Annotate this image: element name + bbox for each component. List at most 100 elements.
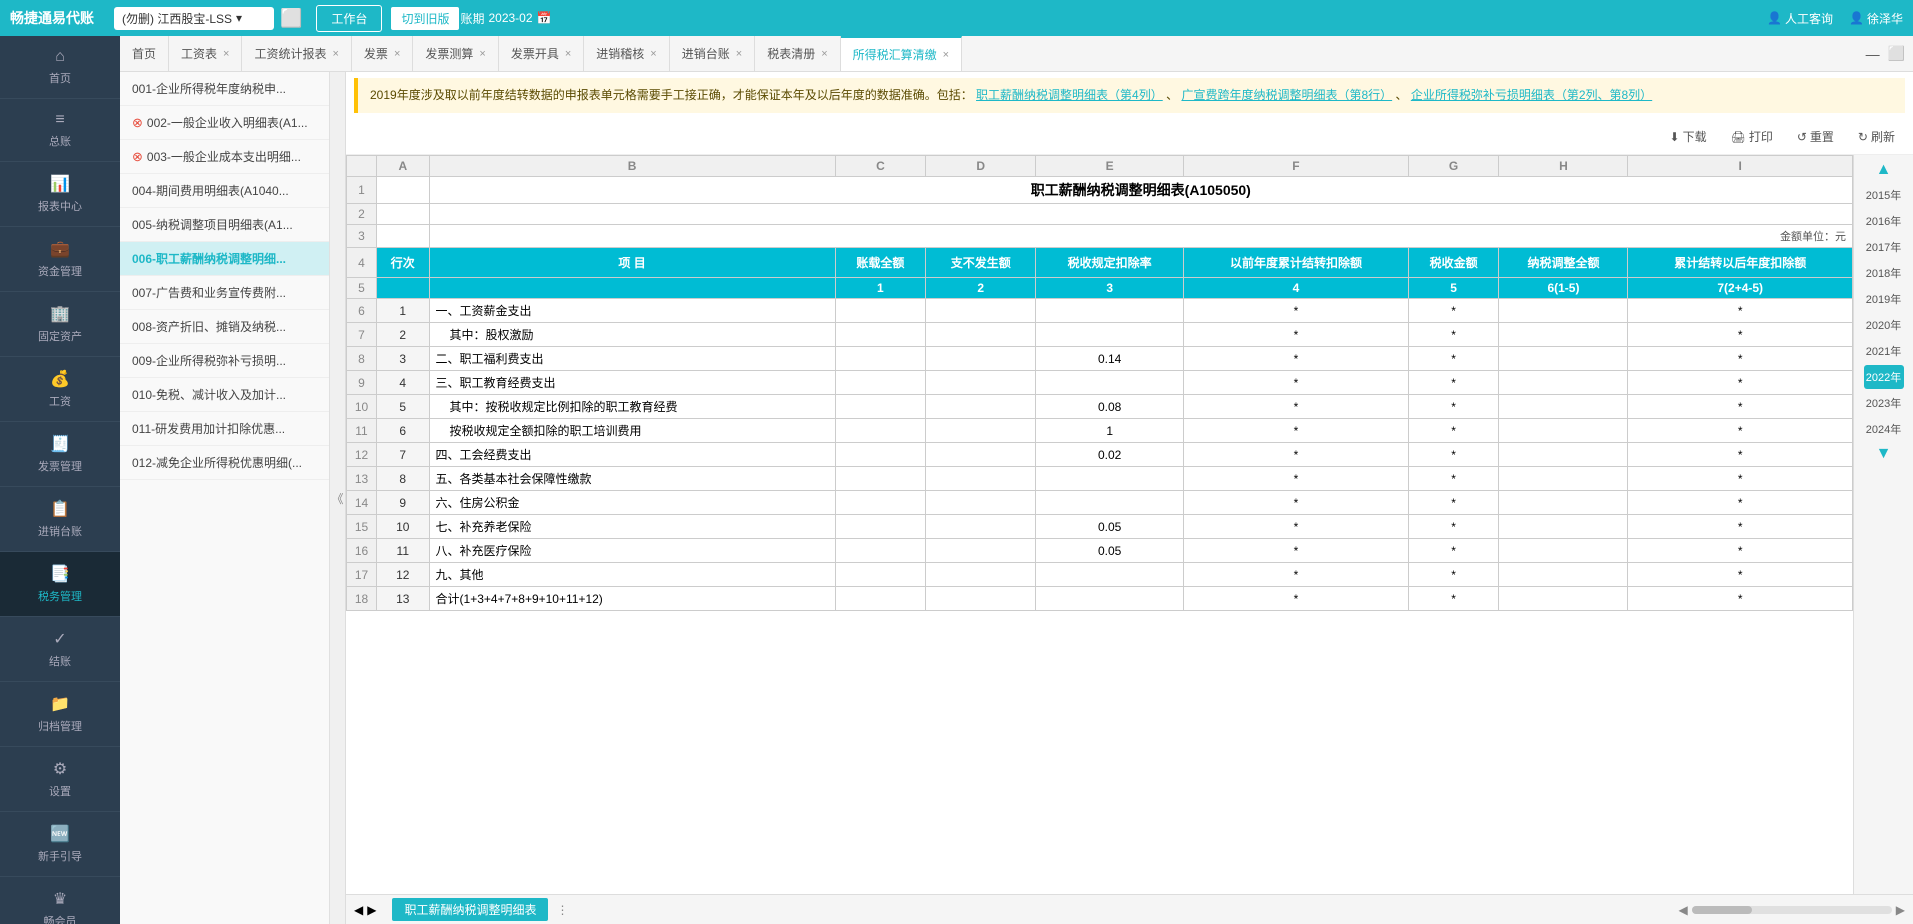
c13-1[interactable] [835, 467, 926, 491]
c9-6[interactable] [1499, 371, 1628, 395]
company-selector[interactable]: (勿删) 江西股宝-LSS ▾ [114, 7, 274, 30]
tab-invoice-calc[interactable]: 发票测算 × [413, 36, 498, 71]
sub-sidebar-item-009[interactable]: 009-企业所得税弥补亏损明... [120, 344, 329, 378]
year-2022[interactable]: 2022年 [1864, 365, 1904, 389]
c11-2[interactable] [926, 419, 1036, 443]
notice-link-3[interactable]: 企业所得税弥补亏损明细表（第2列、第8列） [1411, 88, 1652, 102]
tab-invoice[interactable]: 发票 × [352, 36, 413, 71]
year-2018[interactable]: 2018年 [1864, 261, 1904, 285]
c17-2[interactable] [926, 563, 1036, 587]
c13-3[interactable] [1036, 467, 1184, 491]
c9-1[interactable] [835, 371, 926, 395]
sub-sidebar-item-002[interactable]: ⊗ 002-一般企业收入明细表(A1... [120, 106, 329, 140]
company-copy-icon[interactable]: ⬜ [280, 8, 302, 29]
c11-3[interactable]: 1 [1036, 419, 1184, 443]
tab-maximize-icon[interactable]: ⬜ [1888, 45, 1905, 62]
c11-1[interactable] [835, 419, 926, 443]
year-nav-up[interactable]: ▲ [1874, 159, 1894, 181]
tab-income-tax[interactable]: 所得税汇算清缴 × [841, 36, 962, 71]
sidebar-item-inout[interactable]: 📋 进销台账 [0, 487, 120, 552]
tab-invoice-open-close[interactable]: × [565, 48, 571, 60]
period-calendar-icon[interactable]: 📅 [537, 11, 552, 25]
year-2017[interactable]: 2017年 [1864, 235, 1904, 259]
c18-6[interactable] [1499, 587, 1628, 611]
c9-2[interactable] [926, 371, 1036, 395]
c15-2[interactable] [926, 515, 1036, 539]
c15-3[interactable]: 0.05 [1036, 515, 1184, 539]
c16-1[interactable] [835, 539, 926, 563]
year-2023[interactable]: 2023年 [1864, 391, 1904, 415]
sidebar-item-archive[interactable]: 📁 归档管理 [0, 682, 120, 747]
sub-sidebar-item-001[interactable]: 001-企业所得税年度纳税申... [120, 72, 329, 106]
tab-inout-ledger-close[interactable]: × [736, 48, 742, 60]
sidebar-item-settle[interactable]: ✓ 结账 [0, 617, 120, 682]
workbench-button[interactable]: 工作台 [316, 5, 382, 32]
c10-3[interactable]: 0.08 [1036, 395, 1184, 419]
c14-3[interactable] [1036, 491, 1184, 515]
c15-1[interactable] [835, 515, 926, 539]
sub-sidebar-item-008[interactable]: 008-资产折旧、摊销及纳税... [120, 310, 329, 344]
tab-tax-clear-close[interactable]: × [821, 48, 827, 60]
tab-home[interactable]: 首页 [120, 36, 169, 71]
tab-invoice-open[interactable]: 发票开具 × [499, 36, 584, 71]
c12-1[interactable] [835, 443, 926, 467]
c6-6[interactable] [1499, 299, 1628, 323]
c6-1[interactable] [835, 299, 926, 323]
c8-6[interactable] [1499, 347, 1628, 371]
c11-6[interactable] [1499, 419, 1628, 443]
print-button[interactable]: 🖨 打印 [1725, 125, 1779, 148]
tab-tax-clear[interactable]: 税表清册 × [755, 36, 840, 71]
c17-3[interactable] [1036, 563, 1184, 587]
c14-1[interactable] [835, 491, 926, 515]
bottom-prev-icon[interactable]: ◀ [354, 903, 363, 917]
c17-1[interactable] [835, 563, 926, 587]
c12-3[interactable]: 0.02 [1036, 443, 1184, 467]
tab-invoice-close[interactable]: × [394, 48, 400, 60]
c7-6[interactable] [1499, 323, 1628, 347]
year-2019[interactable]: 2019年 [1864, 287, 1904, 311]
notice-link-1[interactable]: 职工薪酬纳税调整明细表（第4列） [976, 88, 1163, 102]
c18-3[interactable] [1036, 587, 1184, 611]
bottom-tab-payroll[interactable]: 职工薪酬纳税调整明细表 [392, 898, 548, 921]
year-nav-down[interactable]: ▼ [1874, 443, 1894, 465]
c10-6[interactable] [1499, 395, 1628, 419]
sub-sidebar-item-012[interactable]: 012-减免企业所得税优惠明细(... [120, 446, 329, 480]
tab-payroll-report[interactable]: 工资统计报表 × [242, 36, 351, 71]
year-2021[interactable]: 2021年 [1864, 339, 1904, 363]
c15-6[interactable] [1499, 515, 1628, 539]
c8-3[interactable]: 0.14 [1036, 347, 1184, 371]
c12-2[interactable] [926, 443, 1036, 467]
c9-3[interactable] [1036, 371, 1184, 395]
c6-2[interactable] [926, 299, 1036, 323]
sidebar-item-tax[interactable]: 📑 税务管理 [0, 552, 120, 617]
tab-minimize-icon[interactable]: — [1866, 46, 1880, 62]
sub-sidebar-item-011[interactable]: 011-研发费用加计扣除优惠... [120, 412, 329, 446]
bottom-next-icon[interactable]: ▶ [367, 903, 376, 917]
c17-6[interactable] [1499, 563, 1628, 587]
c16-6[interactable] [1499, 539, 1628, 563]
tab-inout-check[interactable]: 进销稽核 × [584, 36, 669, 71]
sub-sidebar-item-003[interactable]: ⊗ 003-一般企业成本支出明细... [120, 140, 329, 174]
year-2020[interactable]: 2020年 [1864, 313, 1904, 337]
bottom-bar-dots[interactable]: ⋮ [556, 903, 568, 917]
c18-1[interactable] [835, 587, 926, 611]
sub-sidebar-item-004[interactable]: 004-期间费用明细表(A1040... [120, 174, 329, 208]
c16-2[interactable] [926, 539, 1036, 563]
scroll-track[interactable] [1692, 906, 1892, 914]
sidebar-collapse-btn[interactable]: 《 [330, 72, 346, 924]
c10-2[interactable] [926, 395, 1036, 419]
sidebar-item-home[interactable]: ⌂ 首页 [0, 36, 120, 99]
year-2015[interactable]: 2015年 [1864, 183, 1904, 207]
c7-1[interactable] [835, 323, 926, 347]
c14-6[interactable] [1499, 491, 1628, 515]
sidebar-item-invoice-mgmt[interactable]: 🧾 发票管理 [0, 422, 120, 487]
c6-3[interactable] [1036, 299, 1184, 323]
sub-sidebar-item-006[interactable]: 006-职工薪酬纳税调整明细... [120, 242, 329, 276]
c14-2[interactable] [926, 491, 1036, 515]
sidebar-item-fixed-asset[interactable]: 🏢 固定资产 [0, 292, 120, 357]
sub-sidebar-item-010[interactable]: 010-免税、减计收入及加计... [120, 378, 329, 412]
sidebar-item-payroll[interactable]: 💰 工资 [0, 357, 120, 422]
sidebar-item-guide[interactable]: 🆕 新手引导 [0, 812, 120, 877]
c13-6[interactable] [1499, 467, 1628, 491]
tab-inout-check-close[interactable]: × [650, 48, 656, 60]
